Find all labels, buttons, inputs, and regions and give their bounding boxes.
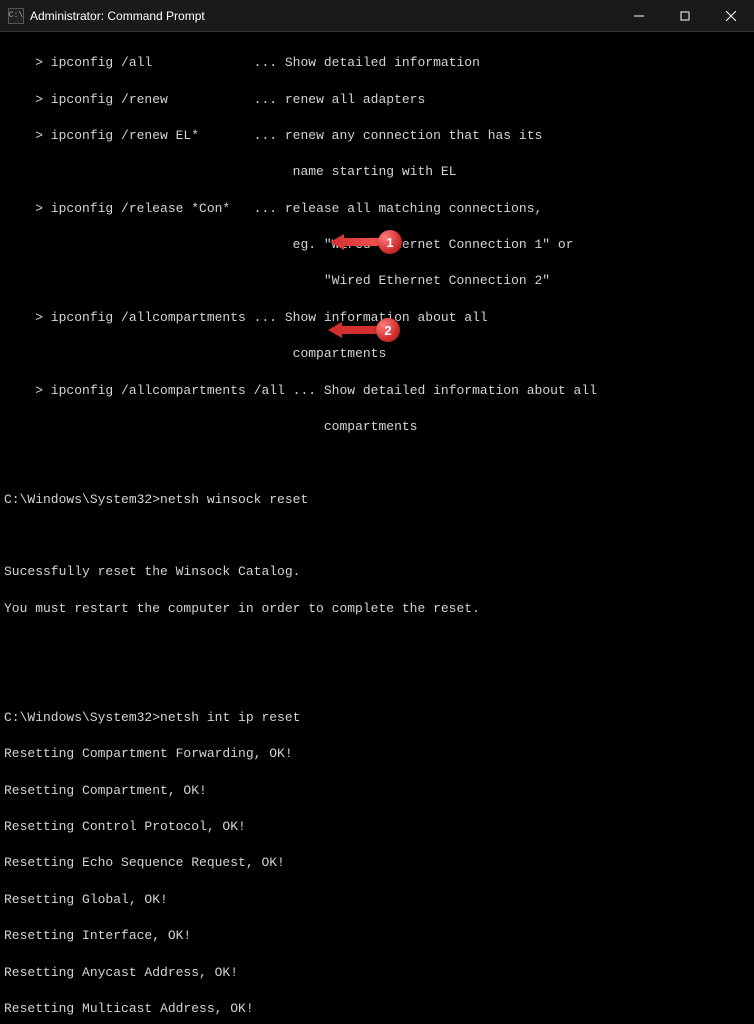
minimize-button[interactable]: [616, 0, 662, 31]
help-line: > ipconfig /release *Con* ... release al…: [4, 200, 750, 218]
prompt-path: C:\Windows\System32>: [4, 492, 160, 507]
annotation-2: 2: [328, 318, 400, 342]
output-line: Sucessfully reset the Winsock Catalog.: [4, 563, 750, 581]
callout-bubble-1: 1: [378, 230, 402, 254]
output-line: Resetting Interface, OK!: [4, 927, 750, 945]
command-2: netsh int ip reset: [160, 710, 300, 725]
maximize-button[interactable]: [662, 0, 708, 31]
command-1: netsh winsock reset: [160, 492, 308, 507]
window-title: Administrator: Command Prompt: [30, 9, 616, 23]
output-line: Resetting Anycast Address, OK!: [4, 964, 750, 982]
help-line: "Wired Ethernet Connection 2": [4, 272, 750, 290]
prompt-path: C:\Windows\System32>: [4, 710, 160, 725]
arrow-icon: [330, 233, 380, 251]
help-line: > ipconfig /renew ... renew all adapters: [4, 91, 750, 109]
titlebar: C:\ Administrator: Command Prompt: [0, 0, 754, 32]
help-line: > ipconfig /allcompartments /all ... Sho…: [4, 382, 750, 400]
output-line: Resetting Global, OK!: [4, 891, 750, 909]
cmd-icon: C:\: [8, 8, 24, 24]
close-button[interactable]: [708, 0, 754, 31]
output-line: Resetting Echo Sequence Request, OK!: [4, 854, 750, 872]
help-line: > ipconfig /renew EL* ... renew any conn…: [4, 127, 750, 145]
help-line: > ipconfig /all ... Show detailed inform…: [4, 54, 750, 72]
output-line: Resetting Compartment Forwarding, OK!: [4, 745, 750, 763]
output-line: Resetting Control Protocol, OK!: [4, 818, 750, 836]
output-line: You must restart the computer in order t…: [4, 600, 750, 618]
terminal-output[interactable]: > ipconfig /all ... Show detailed inform…: [0, 32, 754, 1024]
arrow-icon: [328, 321, 378, 339]
prompt-line-2: C:\Windows\System32>netsh int ip reset: [4, 709, 750, 727]
callout-bubble-2: 2: [376, 318, 400, 342]
help-line: compartments: [4, 345, 750, 363]
help-line: name starting with EL: [4, 163, 750, 181]
output-line: Resetting Multicast Address, OK!: [4, 1000, 750, 1018]
output-line: Resetting Compartment, OK!: [4, 782, 750, 800]
help-line: compartments: [4, 418, 750, 436]
window-controls: [616, 0, 754, 31]
prompt-line-1: C:\Windows\System32>netsh winsock reset: [4, 491, 750, 509]
annotation-1: 1: [330, 230, 402, 254]
